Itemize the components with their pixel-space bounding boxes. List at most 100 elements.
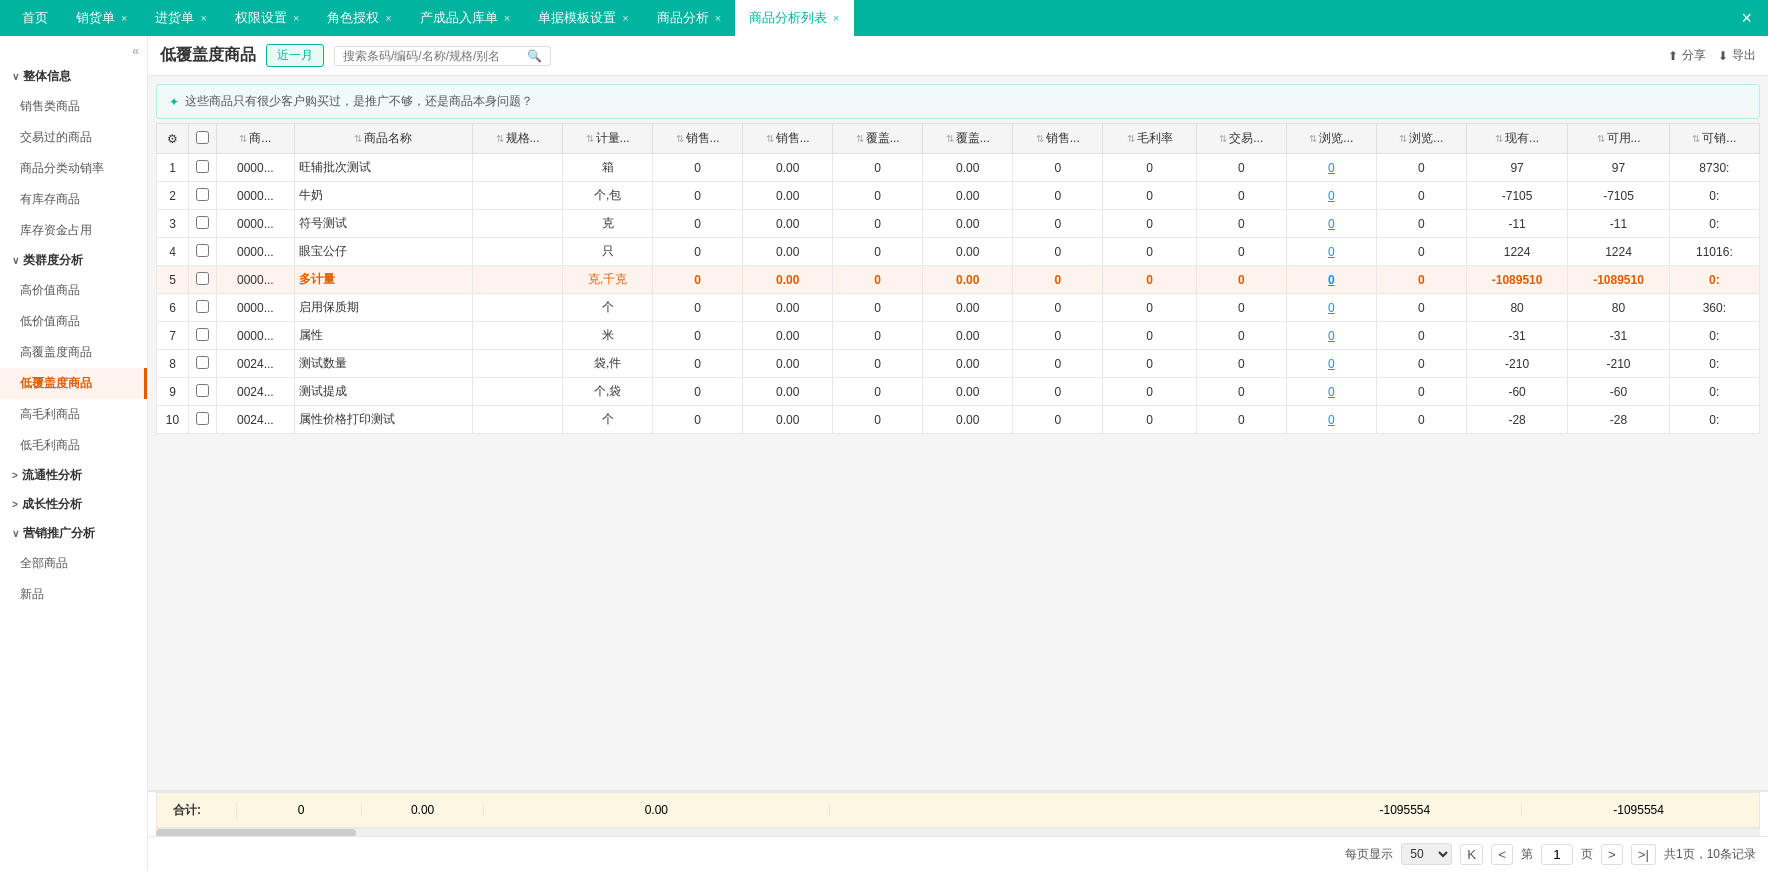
cell-checkbox[interactable]	[189, 350, 217, 378]
sort-icon[interactable]: ⇅	[1597, 133, 1605, 144]
close-all-button[interactable]: ×	[1733, 8, 1760, 29]
sidebar-item-low-coverage[interactable]: 低覆盖度商品	[0, 368, 147, 399]
sort-icon[interactable]: ⇅	[1219, 133, 1227, 144]
sidebar-collapse-button[interactable]: «	[0, 36, 147, 62]
nav-finished-goods[interactable]: 产成品入库单 ×	[406, 0, 524, 36]
horizontal-scrollbar[interactable]	[156, 828, 1760, 836]
cell-cov2: 0.00	[923, 154, 1013, 182]
sort-icon[interactable]: ⇅	[496, 133, 504, 144]
cell-browse1[interactable]: 0	[1286, 182, 1376, 210]
row-checkbox[interactable]	[196, 300, 209, 313]
nav-role-auth[interactable]: 角色授权 ×	[313, 0, 405, 36]
row-checkbox[interactable]	[196, 328, 209, 341]
row-checkbox[interactable]	[196, 384, 209, 397]
col-checkbox[interactable]	[189, 124, 217, 154]
per-page-select[interactable]: 50 100 200	[1401, 843, 1452, 865]
page-number-input[interactable]	[1541, 844, 1573, 865]
nav-goods-analysis-list[interactable]: 商品分析列表 ×	[735, 0, 853, 36]
cell-checkbox[interactable]	[189, 322, 217, 350]
nav-permission[interactable]: 权限设置 ×	[221, 0, 313, 36]
cell-browse1[interactable]: 0	[1286, 210, 1376, 238]
sidebar-item-high-margin[interactable]: 高毛利商品	[0, 399, 147, 430]
sidebar-item-high-coverage[interactable]: 高覆盖度商品	[0, 337, 147, 368]
sidebar-item-low-margin[interactable]: 低毛利商品	[0, 430, 147, 461]
sidebar-item-low-value[interactable]: 低价值商品	[0, 306, 147, 337]
search-icon[interactable]: 🔍	[527, 49, 542, 63]
settings-icon[interactable]: ⚙	[167, 132, 178, 146]
sidebar-item-stock-fund[interactable]: 库存资金占用	[0, 215, 147, 246]
sidebar-item-in-stock[interactable]: 有库存商品	[0, 184, 147, 215]
row-checkbox[interactable]	[196, 244, 209, 257]
cell-checkbox[interactable]	[189, 266, 217, 294]
sort-icon[interactable]: ⇅	[1309, 133, 1317, 144]
cell-browse1[interactable]: 0	[1286, 154, 1376, 182]
sort-icon[interactable]: ⇅	[239, 133, 247, 144]
nav-goods-analysis[interactable]: 商品分析 ×	[643, 0, 735, 36]
sort-icon[interactable]: ⇅	[856, 133, 864, 144]
select-all-checkbox[interactable]	[196, 131, 209, 144]
cell-checkbox[interactable]	[189, 294, 217, 322]
sort-icon[interactable]: ⇅	[354, 133, 362, 144]
cell-browse1[interactable]: 0	[1286, 350, 1376, 378]
row-checkbox[interactable]	[196, 356, 209, 369]
prev-page-button[interactable]: <	[1491, 844, 1513, 865]
sidebar-item-all-goods[interactable]: 全部商品	[0, 548, 147, 579]
cell-checkbox[interactable]	[189, 210, 217, 238]
cell-checkbox[interactable]	[189, 182, 217, 210]
sort-icon[interactable]: ⇅	[1399, 133, 1407, 144]
sidebar-group-overall[interactable]: ∨ 整体信息	[0, 62, 147, 91]
cell-checkbox[interactable]	[189, 154, 217, 182]
sidebar-item-high-value[interactable]: 高价值商品	[0, 275, 147, 306]
first-page-button[interactable]: K	[1460, 844, 1483, 865]
sidebar-item-traded-goods[interactable]: 交易过的商品	[0, 122, 147, 153]
close-icon[interactable]: ×	[504, 12, 510, 24]
cell-browse1[interactable]: 0	[1286, 322, 1376, 350]
sidebar-group-cluster[interactable]: ∨ 类群度分析	[0, 246, 147, 275]
row-checkbox[interactable]	[196, 188, 209, 201]
cell-browse1[interactable]: 0	[1286, 406, 1376, 434]
sidebar-item-category-rate[interactable]: 商品分类动销率	[0, 153, 147, 184]
row-checkbox[interactable]	[196, 216, 209, 229]
cell-browse1[interactable]: 0	[1286, 294, 1376, 322]
sort-icon[interactable]: ⇅	[1495, 133, 1503, 144]
sort-icon[interactable]: ⇅	[1036, 133, 1044, 144]
cell-checkbox[interactable]	[189, 406, 217, 434]
sort-icon[interactable]: ⇅	[676, 133, 684, 144]
close-icon[interactable]: ×	[833, 12, 839, 24]
sidebar-group-circulation[interactable]: > 流通性分析	[0, 461, 147, 490]
sort-icon[interactable]: ⇅	[1127, 133, 1135, 144]
nav-home[interactable]: 首页	[8, 0, 62, 36]
cell-checkbox[interactable]	[189, 378, 217, 406]
sidebar-group-growth[interactable]: > 成长性分析	[0, 490, 147, 519]
cell-browse1[interactable]: 0	[1286, 378, 1376, 406]
sort-icon[interactable]: ⇅	[586, 133, 594, 144]
row-checkbox[interactable]	[196, 272, 209, 285]
nav-template[interactable]: 单据模板设置 ×	[524, 0, 642, 36]
close-icon[interactable]: ×	[200, 12, 206, 24]
sidebar-item-sales-goods[interactable]: 销售类商品	[0, 91, 147, 122]
close-icon[interactable]: ×	[121, 12, 127, 24]
nav-purchase-order[interactable]: 进货单 ×	[141, 0, 220, 36]
export-button[interactable]: ⬇ 导出	[1718, 47, 1756, 64]
sidebar-item-new-goods[interactable]: 新品	[0, 579, 147, 610]
sidebar-group-marketing[interactable]: ∨ 营销推广分析	[0, 519, 147, 548]
cell-browse1[interactable]: 0	[1286, 238, 1376, 266]
nav-sales-order[interactable]: 销货单 ×	[62, 0, 141, 36]
cell-checkbox[interactable]	[189, 238, 217, 266]
cell-browse1[interactable]: 0	[1286, 266, 1376, 294]
close-icon[interactable]: ×	[293, 12, 299, 24]
row-checkbox[interactable]	[196, 160, 209, 173]
period-button[interactable]: 近一月	[266, 44, 324, 67]
share-button[interactable]: ⬆ 分享	[1668, 47, 1706, 64]
close-icon[interactable]: ×	[622, 12, 628, 24]
col-settings[interactable]: ⚙	[157, 124, 189, 154]
close-icon[interactable]: ×	[715, 12, 721, 24]
close-icon[interactable]: ×	[385, 12, 391, 24]
sort-icon[interactable]: ⇅	[1692, 133, 1700, 144]
sort-icon[interactable]: ⇅	[766, 133, 774, 144]
next-page-button[interactable]: >	[1601, 844, 1623, 865]
sort-icon[interactable]: ⇅	[946, 133, 954, 144]
last-page-button[interactable]: >|	[1631, 844, 1656, 865]
row-checkbox[interactable]	[196, 412, 209, 425]
search-input[interactable]	[343, 49, 523, 63]
